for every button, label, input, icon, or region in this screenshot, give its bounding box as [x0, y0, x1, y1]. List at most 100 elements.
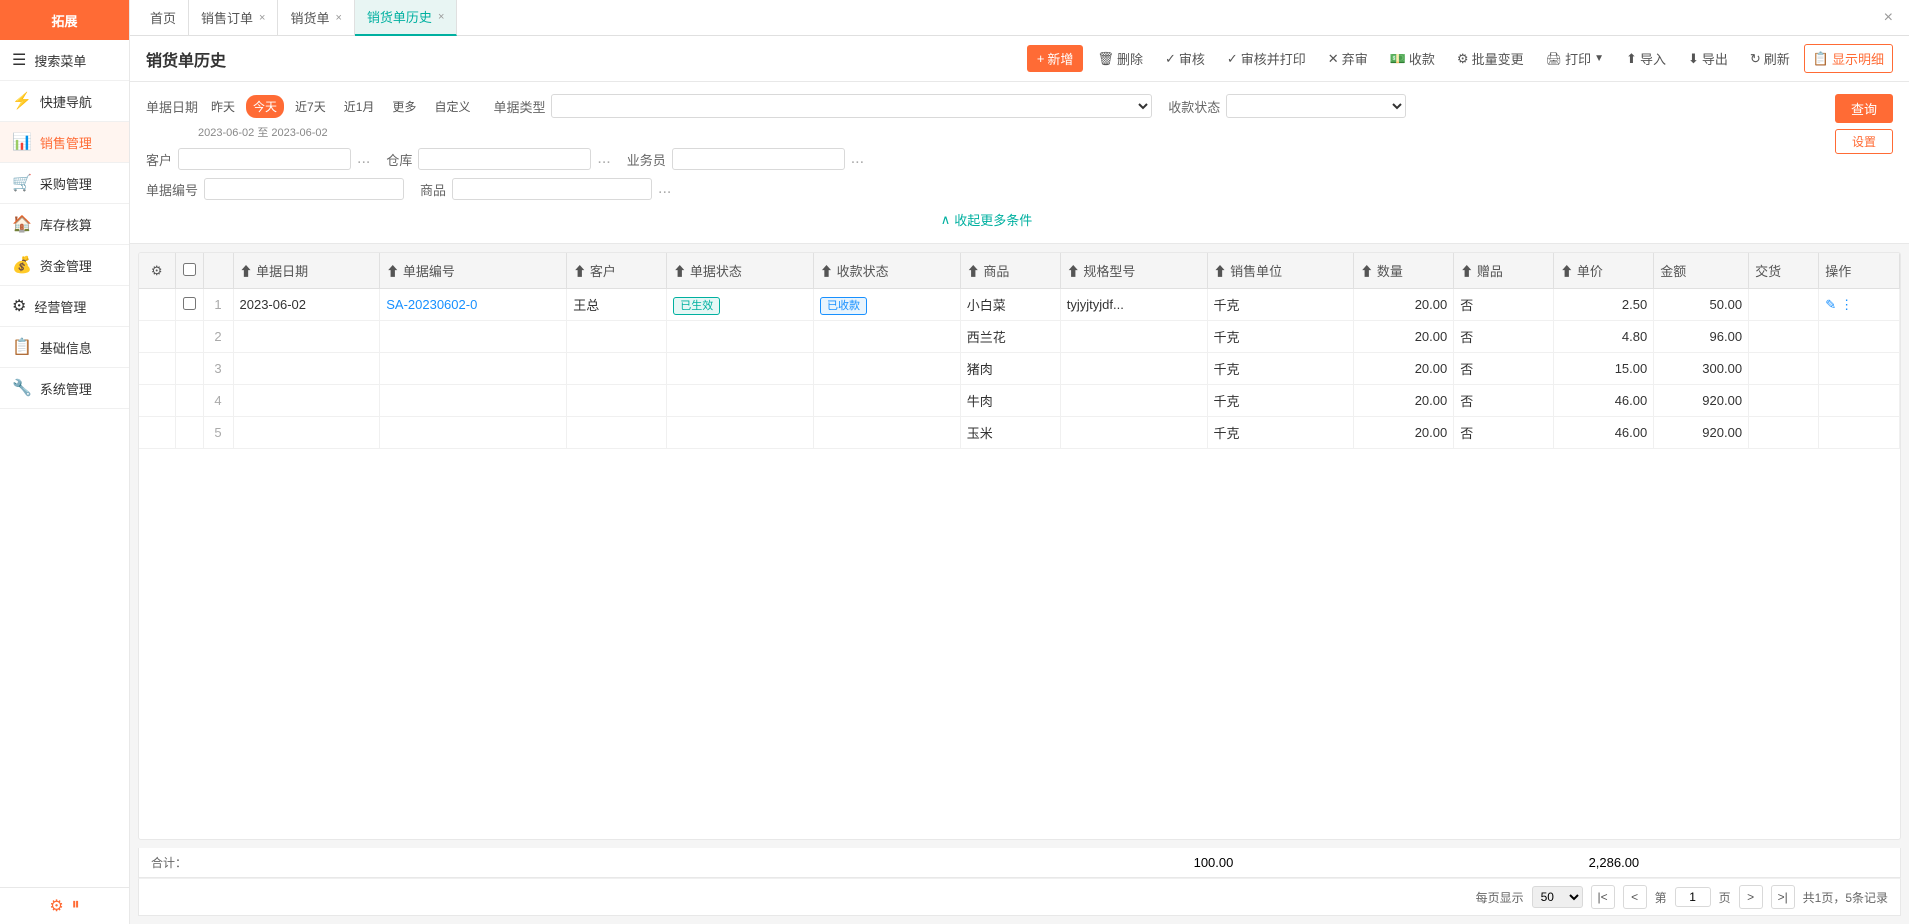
collapse-more-btn[interactable]: ∧ 收起更多条件 [146, 208, 1827, 231]
th-ops: 操作 [1819, 253, 1900, 289]
th-qty[interactable]: ⬆ 数量 [1354, 253, 1454, 289]
date-more[interactable]: 更多 [385, 95, 423, 118]
sidebar-item-sales-mgmt[interactable]: 📊 销售管理 [0, 122, 129, 163]
th-unit[interactable]: ⬆ 销售单位 [1207, 253, 1354, 289]
total-amount: 2,286.00 [1539, 855, 1639, 870]
close-all-tabs[interactable]: × [1876, 9, 1901, 27]
print-button[interactable]: 🖨 打印 ▼ [1538, 45, 1612, 72]
query-button[interactable]: 查询 [1835, 94, 1893, 123]
prev-page-btn[interactable]: < [1623, 885, 1647, 909]
th-collect-status[interactable]: ⬆ 收款状态 [814, 253, 961, 289]
select-all-checkbox[interactable] [183, 263, 196, 276]
date-1month[interactable]: 近1月 [337, 95, 382, 118]
date-yesterday[interactable]: 昨天 [204, 95, 242, 118]
export-button[interactable]: ⬇ 导出 [1680, 45, 1736, 72]
date-7days[interactable]: 近7天 [288, 95, 333, 118]
td-checkbox[interactable] [175, 417, 203, 449]
tab-sales-history-close[interactable]: × [438, 11, 444, 23]
more-op-icon[interactable]: ⋮ [1840, 297, 1853, 312]
td-date [233, 385, 380, 417]
table-row: 3 猪肉 千克 20.00 否 15.00 300.00 [139, 353, 1900, 385]
sidebar-item-ops-mgmt[interactable]: ⚙ 经营管理 [0, 286, 129, 327]
sidebar-item-search-menu[interactable]: ☰ 搜索菜单 [0, 40, 129, 81]
quick-nav-icon: ⚡ [12, 91, 32, 111]
td-doc-no[interactable] [380, 417, 567, 449]
next-page-btn[interactable]: > [1739, 885, 1763, 909]
settings-icon[interactable]: ⚙ [49, 896, 63, 916]
th-customer[interactable]: ⬆ 客户 [567, 253, 667, 289]
abandon-button[interactable]: ✕ 弃审 [1320, 45, 1376, 72]
staff-dots[interactable]: ... [851, 150, 864, 168]
th-date[interactable]: ⬆ 单据日期 [233, 253, 380, 289]
total-qty: 100.00 [1153, 855, 1233, 870]
collect-button[interactable]: 💵 收款 [1382, 45, 1443, 72]
th-doc-status[interactable]: ⬆ 单据状态 [667, 253, 814, 289]
delete-button[interactable]: 🗑 删除 [1089, 45, 1151, 72]
sidebar-item-purchase-mgmt[interactable]: 🛒 采购管理 [0, 163, 129, 204]
td-checkbox[interactable] [175, 353, 203, 385]
sidebar-item-base-info[interactable]: 📋 基础信息 [0, 327, 129, 368]
sidebar-item-stock-calc[interactable]: 🏠 库存核算 [0, 204, 129, 245]
refresh-button[interactable]: ↻ 刷新 [1742, 45, 1798, 72]
td-checkbox[interactable] [175, 321, 203, 353]
date-custom[interactable]: 自定义 [427, 95, 477, 118]
new-button[interactable]: + 新增 [1027, 45, 1084, 72]
td-doc-no[interactable] [380, 385, 567, 417]
doc-no-input[interactable] [204, 178, 404, 200]
date-quick-buttons: 昨天 今天 近7天 近1月 更多 自定义 [204, 95, 477, 118]
tab-sales-order-close[interactable]: × [259, 12, 265, 24]
td-doc-no[interactable] [380, 353, 567, 385]
date-today[interactable]: 今天 [246, 95, 284, 118]
th-unit-price[interactable]: ⬆ 单价 [1554, 253, 1654, 289]
th-goods[interactable]: ⬆ 商品 [960, 253, 1060, 289]
warehouse-input[interactable] [418, 148, 591, 170]
customer-input[interactable] [178, 148, 351, 170]
page-number-input[interactable] [1675, 887, 1711, 907]
sidebar-item-label: 经营管理 [34, 297, 86, 316]
goods-input[interactable] [452, 178, 652, 200]
tab-sales-goods-close[interactable]: × [335, 12, 341, 24]
set-button[interactable]: 设置 [1835, 129, 1893, 154]
tab-sales-order[interactable]: 销售订单 × [189, 0, 278, 36]
edit-op-icon[interactable]: ✎ [1825, 297, 1836, 312]
td-customer: 王总 [567, 289, 667, 321]
staff-input[interactable] [672, 148, 845, 170]
th-checkbox[interactable] [175, 253, 203, 289]
td-doc-no[interactable]: SA-20230602-0 [380, 289, 567, 321]
batch-change-button[interactable]: ⚙ 批量变更 [1449, 45, 1532, 72]
show-detail-button[interactable]: 📋 显示明细 [1804, 44, 1893, 73]
td-spec [1060, 321, 1207, 353]
first-page-btn[interactable]: |< [1591, 885, 1615, 909]
import-button[interactable]: ⬆ 导入 [1618, 45, 1674, 72]
th-gift[interactable]: ⬆ 赠品 [1454, 253, 1554, 289]
audit-print-button[interactable]: ✓ 审核并打印 [1219, 45, 1314, 72]
tab-sales-history[interactable]: 销货单历史 × [355, 0, 457, 36]
td-checkbox[interactable] [175, 289, 203, 321]
th-spec[interactable]: ⬆ 规格型号 [1060, 253, 1207, 289]
per-page-select[interactable]: 50 100 200 [1532, 886, 1583, 908]
doc-type-select[interactable] [551, 94, 1152, 118]
td-collect-status: 已收款 [814, 289, 961, 321]
sidebar-item-quick-nav[interactable]: ⚡ 快捷导航 [0, 81, 129, 122]
warehouse-dots[interactable]: ... [597, 150, 610, 168]
audit-button[interactable]: ✓ 审核 [1157, 45, 1213, 72]
td-doc-status [667, 321, 814, 353]
customer-dots[interactable]: ... [357, 150, 370, 168]
td-date [233, 353, 380, 385]
pause-icon[interactable]: ⏸ [72, 896, 80, 916]
sidebar-item-sys-mgmt[interactable]: 🔧 系统管理 [0, 368, 129, 409]
sidebar-item-finance-mgmt[interactable]: 💰 资金管理 [0, 245, 129, 286]
goods-dots[interactable]: ... [658, 180, 671, 198]
last-page-btn[interactable]: >| [1771, 885, 1795, 909]
tab-sales-goods[interactable]: 销货单 × [278, 0, 354, 36]
th-doc-no[interactable]: ⬆ 单据编号 [380, 253, 567, 289]
td-doc-status: 已生效 [667, 289, 814, 321]
row-checkbox[interactable] [183, 297, 196, 310]
collect-status-select[interactable] [1226, 94, 1406, 118]
tab-home[interactable]: 首页 [138, 0, 189, 36]
td-checkbox[interactable] [175, 385, 203, 417]
doc-no-link[interactable]: SA-20230602-0 [386, 297, 477, 312]
td-doc-no[interactable] [380, 321, 567, 353]
th-amount: 金额 [1654, 253, 1749, 289]
th-gear[interactable]: ⚙ [139, 253, 175, 289]
